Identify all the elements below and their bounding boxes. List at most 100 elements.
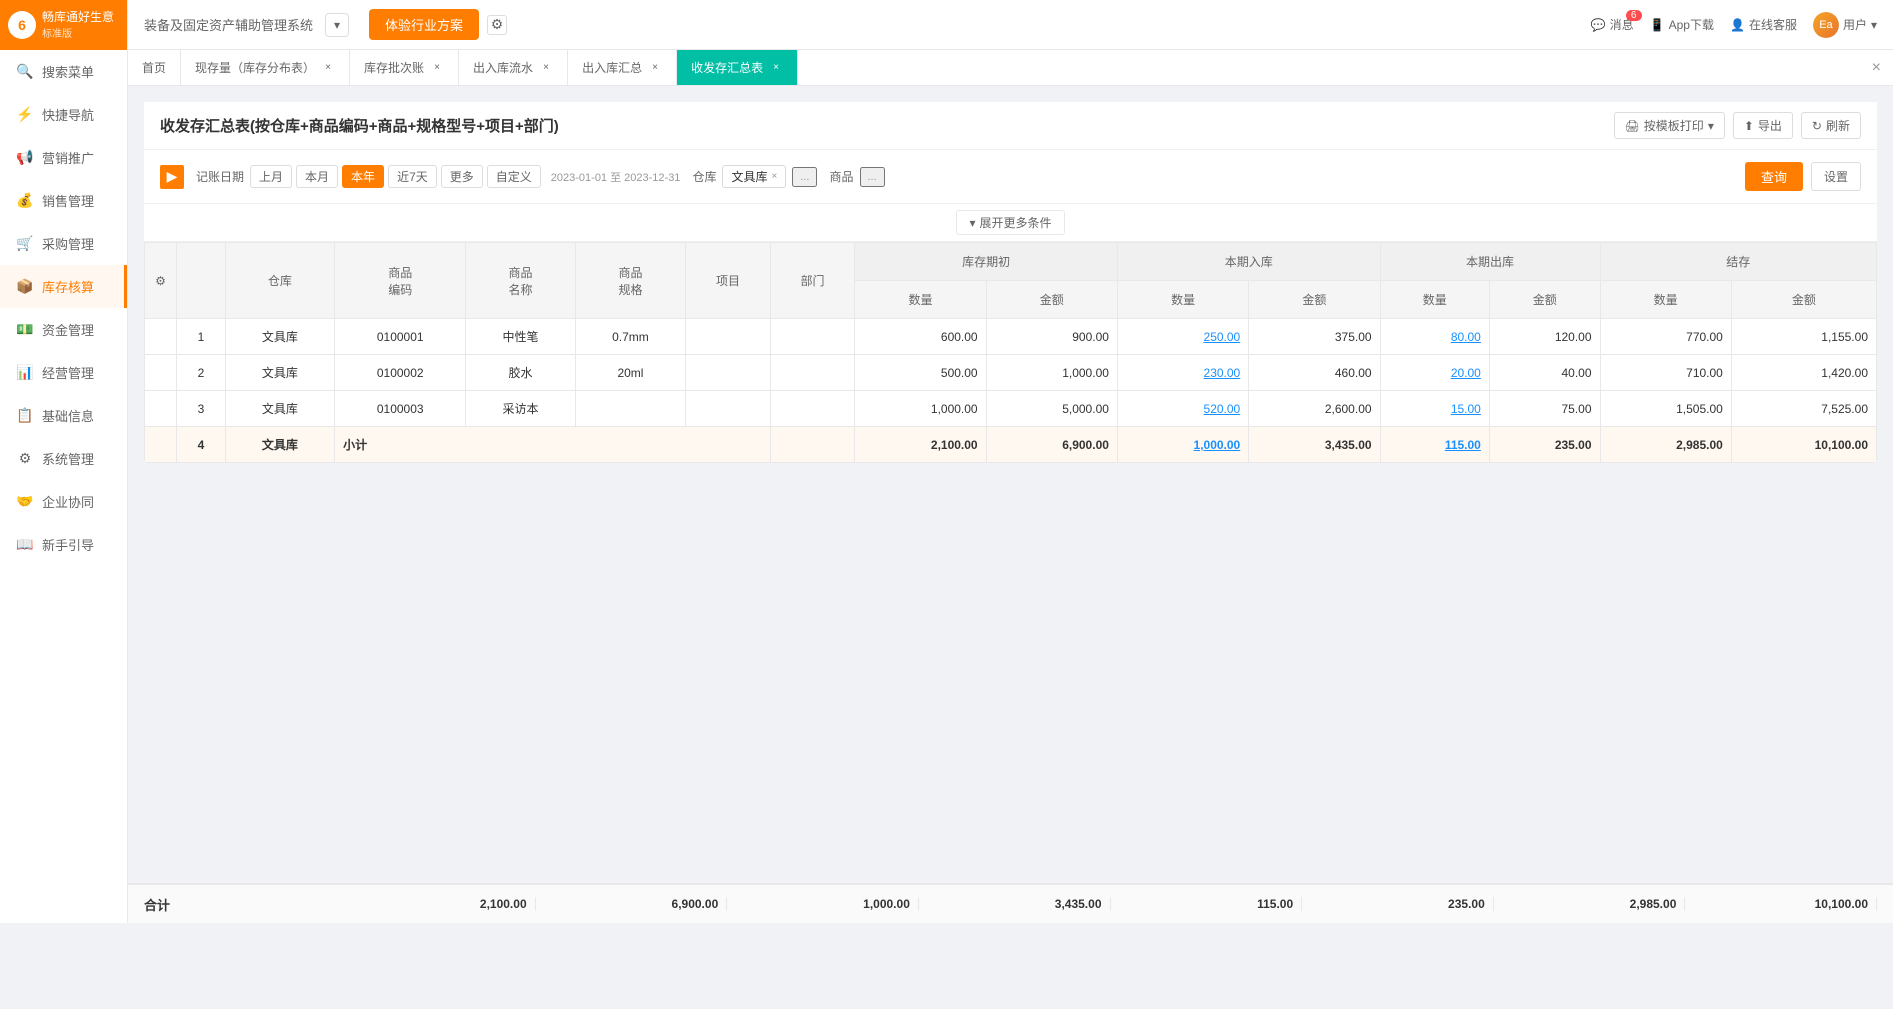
- sidebar-logo: 6 畅库通好生意 标准版: [0, 0, 127, 50]
- print-button[interactable]: 🖨 按模板打印 ▾: [1614, 112, 1725, 139]
- col-close-header: 结存: [1600, 243, 1876, 281]
- col-spec-header: 商品规格: [575, 243, 686, 319]
- tab-inventory-dist[interactable]: 现存量（库存分布表） ×: [181, 50, 350, 85]
- sidebar-item-enterprise[interactable]: 🤝 企业协同: [0, 480, 127, 523]
- row3-spec: [575, 391, 686, 427]
- message-icon: 💬: [1591, 18, 1606, 32]
- user-label: 用户: [1843, 16, 1867, 33]
- row3-out-qty[interactable]: 15.00: [1380, 391, 1489, 427]
- inventory-icon: 📦: [16, 278, 34, 295]
- subtotal-dept: [770, 427, 855, 463]
- filter-warehouse-group: 仓库 文具库 × ...: [692, 165, 817, 188]
- filter-date-last-month[interactable]: 上月: [250, 165, 292, 188]
- system-dropdown[interactable]: ▾: [325, 13, 349, 37]
- sidebar-item-basic-info[interactable]: 📋 基础信息: [0, 394, 127, 437]
- page-title: 收发存汇总表(按仓库+商品编码+商品+规格型号+项目+部门): [160, 115, 559, 136]
- tab-flow[interactable]: 出入库流水 ×: [459, 50, 568, 85]
- row2-project: [686, 355, 771, 391]
- bottom-total-bar: 合计 2,100.00 6,900.00 1,000.00 3,435.00 1…: [128, 883, 1893, 923]
- col-close-qty-header: 数量: [1600, 281, 1731, 319]
- close-all-tabs-button[interactable]: ×: [1860, 50, 1893, 85]
- export-label: 导出: [1758, 117, 1782, 134]
- tabbar: 首页 现存量（库存分布表） × 库存批次账 × 出入库流水 × 出入库汇总 × …: [128, 50, 1893, 86]
- filter-settings-button[interactable]: 设置: [1811, 162, 1861, 191]
- filter-toggle-button[interactable]: ▶: [160, 165, 184, 189]
- query-button[interactable]: 查询: [1745, 162, 1803, 191]
- row2-out-qty[interactable]: 20.00: [1380, 355, 1489, 391]
- subtotal-out-qty[interactable]: 115.00: [1380, 427, 1489, 463]
- sidebar-item-inventory[interactable]: 📦 库存核算: [0, 265, 127, 308]
- sidebar-item-sales[interactable]: 💰 销售管理: [0, 179, 127, 222]
- subtotal-in-qty[interactable]: 1,000.00: [1117, 427, 1248, 463]
- warehouse-more-button[interactable]: ...: [792, 167, 817, 187]
- filter-date-this-year[interactable]: 本年: [342, 165, 384, 188]
- sidebar-item-label-sales: 销售管理: [42, 191, 94, 210]
- row2-close-amt: 1,420.00: [1731, 355, 1876, 391]
- warehouse-tag[interactable]: 文具库 ×: [722, 165, 786, 188]
- filter-bar: ▶ 记账日期 上月 本月 本年 近7天 更多 自定义 2023-01-01 至 …: [144, 150, 1877, 204]
- tab-batch[interactable]: 库存批次账 ×: [350, 50, 459, 85]
- sidebar-item-guide[interactable]: 📖 新手引导: [0, 523, 127, 566]
- row1-out-qty[interactable]: 80.00: [1380, 319, 1489, 355]
- row1-name: 中性笔: [466, 319, 575, 355]
- row1-in-qty[interactable]: 250.00: [1117, 319, 1248, 355]
- expand-conditions-button[interactable]: ▾ 展开更多条件: [956, 210, 1064, 235]
- filter-date-7days[interactable]: 近7天: [388, 165, 437, 188]
- tab-batch-close[interactable]: ×: [430, 61, 444, 75]
- row3-open-amt: 5,000.00: [986, 391, 1117, 427]
- tab-summary-inout-label: 出入库汇总: [582, 59, 642, 76]
- sidebar-item-label-operations: 经营管理: [42, 363, 94, 382]
- subtotal-out-amt: 235.00: [1489, 427, 1600, 463]
- row1-index: 1: [177, 319, 226, 355]
- warehouse-tag-remove[interactable]: ×: [771, 171, 777, 182]
- goods-more-button[interactable]: ...: [860, 167, 885, 187]
- sidebar-item-purchase[interactable]: 🛒 采购管理: [0, 222, 127, 265]
- tab-summary-inout[interactable]: 出入库汇总 ×: [568, 50, 677, 85]
- sidebar-item-operations[interactable]: 📊 经营管理: [0, 351, 127, 394]
- export-button[interactable]: ⬆ 导出: [1733, 112, 1793, 139]
- user-action[interactable]: Ea 用户 ▾: [1813, 12, 1877, 38]
- tab-inventory-dist-close[interactable]: ×: [321, 61, 335, 75]
- tab-summary-inout-close[interactable]: ×: [648, 61, 662, 75]
- tab-inventory-dist-label: 现存量（库存分布表）: [195, 59, 315, 76]
- sidebar-item-system[interactable]: ⚙ 系统管理: [0, 437, 127, 480]
- row3-code: 0100003: [335, 391, 466, 427]
- table-container: ⚙ 仓库 商品编码 商品名称 商品规格 项目 部门 库存期初 本期入库 本期出库…: [144, 242, 1877, 463]
- sidebar-item-marketing[interactable]: 📢 营销推广: [0, 136, 127, 179]
- tab-flow-close[interactable]: ×: [539, 61, 553, 75]
- row1-open-qty: 600.00: [855, 319, 986, 355]
- sidebar-item-finance[interactable]: 💵 资金管理: [0, 308, 127, 351]
- app-download-action[interactable]: 📱 App下载: [1650, 16, 1714, 33]
- row2-in-qty[interactable]: 230.00: [1117, 355, 1248, 391]
- print-icon: 🖨: [1625, 119, 1640, 133]
- trial-button[interactable]: 体验行业方案: [369, 9, 479, 40]
- sidebar-item-label-enterprise: 企业协同: [42, 492, 94, 511]
- sidebar-item-quick-nav[interactable]: ⚡ 快捷导航: [0, 93, 127, 136]
- search-icon: 🔍: [16, 63, 34, 80]
- filter-date-custom[interactable]: 自定义: [487, 165, 541, 188]
- filter-date-more[interactable]: 更多: [441, 165, 483, 188]
- filter-goods-label: 商品: [829, 168, 853, 185]
- topbar-system-title: 装备及固定资产辅助管理系统: [144, 15, 313, 34]
- filter-date-this-month[interactable]: 本月: [296, 165, 338, 188]
- row1-settings: [145, 319, 177, 355]
- sidebar-item-search[interactable]: 🔍 搜索菜单: [0, 50, 127, 93]
- messages-action[interactable]: 💬 消息 6: [1591, 16, 1634, 33]
- tab-stock-summary-close[interactable]: ×: [769, 61, 783, 75]
- quick-nav-icon: ⚡: [16, 106, 34, 123]
- col-settings-header[interactable]: ⚙: [145, 243, 177, 319]
- avatar-img: Ea: [1813, 12, 1839, 38]
- refresh-button[interactable]: ↻ 刷新: [1801, 112, 1861, 139]
- tab-stock-summary[interactable]: 收发存汇总表 ×: [677, 50, 798, 85]
- guide-icon: 📖: [16, 536, 34, 553]
- tab-home[interactable]: 首页: [128, 50, 181, 85]
- online-service-icon: 👤: [1730, 18, 1745, 32]
- settings-icon[interactable]: ⚙: [487, 15, 507, 35]
- marketing-icon: 📢: [16, 149, 34, 166]
- logo-icon: 6: [8, 11, 36, 39]
- sidebar-item-label-basic: 基础信息: [42, 406, 94, 425]
- print-label: 按模板打印: [1644, 117, 1704, 134]
- row3-project: [686, 391, 771, 427]
- row3-in-qty[interactable]: 520.00: [1117, 391, 1248, 427]
- online-service-action[interactable]: 👤 在线客服: [1730, 16, 1797, 33]
